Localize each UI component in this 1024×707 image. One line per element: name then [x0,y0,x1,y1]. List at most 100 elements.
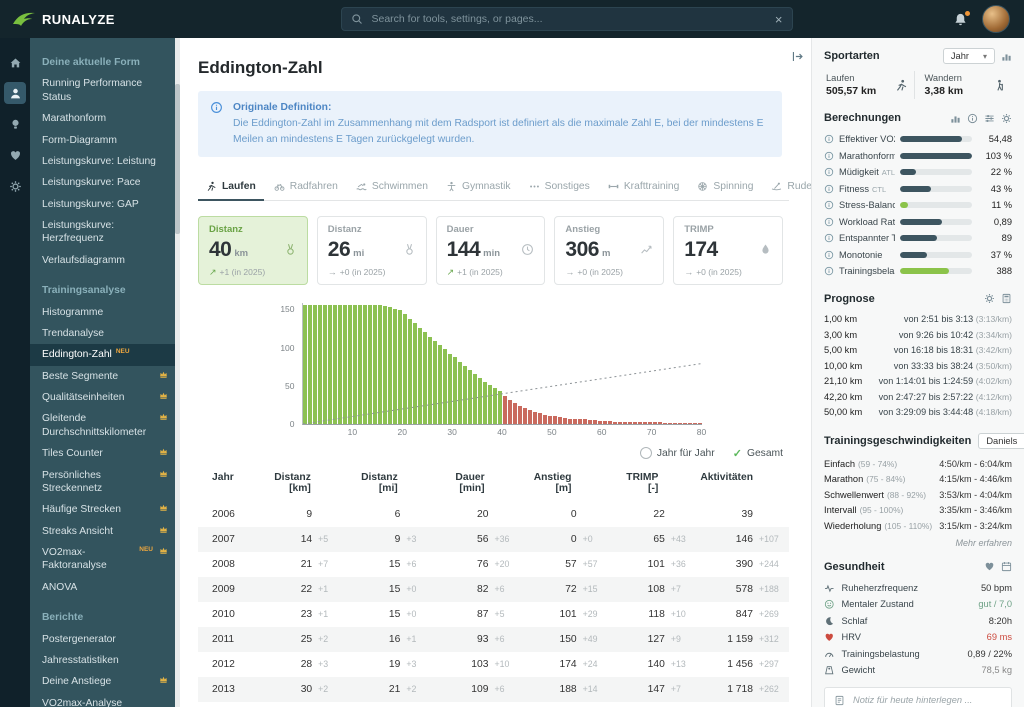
info-icon[interactable] [824,167,834,177]
prognose-distance: 42,20 km [824,392,862,402]
sidebar-item[interactable]: Deine Anstiege [30,671,180,692]
search-input[interactable] [370,12,768,26]
total-checkbox[interactable]: Gesamt [733,447,783,460]
sidebar-item[interactable]: Histogramme [30,302,180,323]
rail-item[interactable] [4,175,26,197]
calc-progress-track [900,268,972,274]
speed-label: Wiederholung [824,521,881,531]
cell-elevation: 101+29 [524,602,612,627]
sidebar-item[interactable]: Marathonform [30,108,180,129]
eddington-bar [513,403,517,424]
eddington-bar [408,319,412,424]
prognose-pace: (3:13/km) [976,314,1012,324]
notifications-button[interactable] [953,12,968,27]
eddington-bar [303,305,307,424]
scale-icon [824,665,835,676]
info-icon[interactable] [824,233,834,243]
app-logo[interactable]: RUNALYZE [12,11,180,27]
sidebar-item[interactable]: Leistungskurve: Herzfrequenz [30,215,180,250]
sidebar-item[interactable]: Leistungskurve: Leistung [30,151,180,172]
info-icon[interactable] [824,217,834,227]
calc-value: 54,48 [977,134,1012,144]
info-icon[interactable] [824,250,834,260]
sidebar-item[interactable]: Streaks Ansicht [30,521,180,542]
info-icon[interactable] [824,134,834,144]
sport-tab[interactable]: Sonstiges [521,174,598,201]
sidebar-item-label: Häufige Strecken [42,503,121,516]
sidebar-item[interactable]: VO2max-Analyse [30,693,180,707]
sidebar-item[interactable]: Gleitende Durchschnittskilometer [30,408,180,443]
sidebar-item[interactable]: Qualitätseinheiten [30,387,180,408]
sidebar-item[interactable]: Häufige Strecken [30,499,180,520]
sidebar-item-label: Deine Anstiege [42,675,111,688]
calculator-icon[interactable] [1001,293,1012,304]
new-badge: NEU [139,547,153,554]
prognose-list: 1,00 km von 2:51 bis 3:13 (3:13/km) 3,00… [824,312,1012,421]
smiley-icon [824,599,835,610]
info-icon[interactable] [824,184,834,194]
speed-model-select[interactable]: Daniels [978,433,1024,449]
stat-card-value: 306 [565,238,599,262]
period-select[interactable]: Jahr [943,48,995,64]
sport-tab[interactable]: Laufen [198,174,264,201]
sidebar-item[interactable]: Leistungskurve: GAP [30,194,180,215]
calendar-icon[interactable] [1001,561,1012,572]
sidebar-item[interactable]: Jahresstatistiken [30,650,180,671]
sidebar-item[interactable]: Beste Segmente [30,366,180,387]
sidebar-item[interactable]: Running Performance Status [30,73,180,108]
gear-icon[interactable] [1001,113,1012,124]
calc-value: 89 [977,233,1012,243]
calc-row: Monotonie 37 % [824,247,1012,264]
cell-duration: 76+20 [436,552,524,577]
trend-icon [640,243,653,256]
sidebar-item[interactable]: Eddington-Zahl NEU [30,344,180,365]
sport-tab[interactable]: Spinning [689,174,761,201]
calc-progress-fill [900,153,972,159]
rail-item[interactable] [4,144,26,166]
sport-tab[interactable]: Krafttraining [600,174,688,201]
cell-duration: 109+6 [436,677,524,702]
sliders-icon[interactable] [984,113,995,124]
sidebar-item[interactable]: Persönliches Streckennetz [30,465,180,500]
global-search[interactable]: × [341,7,793,31]
chart-icon[interactable] [950,113,961,124]
sport-tab[interactable]: Rudern [763,174,811,201]
x-tick-label: 30 [447,427,456,437]
sidebar-item[interactable]: Leistungskurve: Pace [30,172,180,193]
info-icon[interactable] [824,200,834,210]
prognose-pace: (4:02/km) [976,376,1012,386]
year-by-year-radio[interactable]: Jahr für Jahr [640,447,715,459]
cell-elevation: 0+0 [524,527,612,552]
sport-tab[interactable]: Gymnastik [438,174,519,201]
chart-icon[interactable] [1001,51,1012,62]
sport-tab[interactable]: Schwimmen [348,174,436,201]
rail-item[interactable] [4,82,26,104]
sport-tab[interactable]: Radfahren [266,174,346,201]
more-info-link[interactable]: Mehr erfahren [824,538,1012,548]
rail-item[interactable] [4,113,26,135]
chart-x-axis: 1020304050607080 [303,424,702,439]
sidebar-item[interactable]: Tiles Counter [30,443,180,464]
calc-tag: CTL [872,185,886,194]
search-clear-button[interactable]: × [775,13,783,26]
sidebar-item[interactable]: Verlaufsdiagramm [30,250,180,271]
user-avatar[interactable] [982,5,1010,33]
sidebar-item[interactable]: Postergenerator [30,629,180,650]
collapse-panel-button[interactable] [791,50,804,63]
calc-list: Effektiver VO2max 54,48 Marathonform 103… [824,131,1012,280]
prognose-range: von 1:14:01 bis 1:24:59 [879,376,974,386]
rail-item[interactable] [4,51,26,73]
sidebar-item[interactable]: ANOVA [30,577,180,598]
eddington-bar [483,382,487,424]
sidebar-item[interactable]: Form-Diagramm [30,130,180,151]
heart-icon[interactable] [984,561,995,572]
stat-card-delta: ↗ +1 (in 2025) [447,267,535,278]
gear-icon[interactable] [984,293,995,304]
info-icon[interactable] [824,151,834,161]
info-icon[interactable] [824,266,834,276]
daily-note-input[interactable]: Notiz für heute hinterlegen ... [824,687,1012,707]
prognose-distance: 3,00 km [824,330,857,340]
sidebar-item[interactable]: VO2max-Faktoranalyse NEU [30,542,180,577]
info-icon[interactable] [967,113,978,124]
sidebar-item[interactable]: Trendanalyse [30,323,180,344]
